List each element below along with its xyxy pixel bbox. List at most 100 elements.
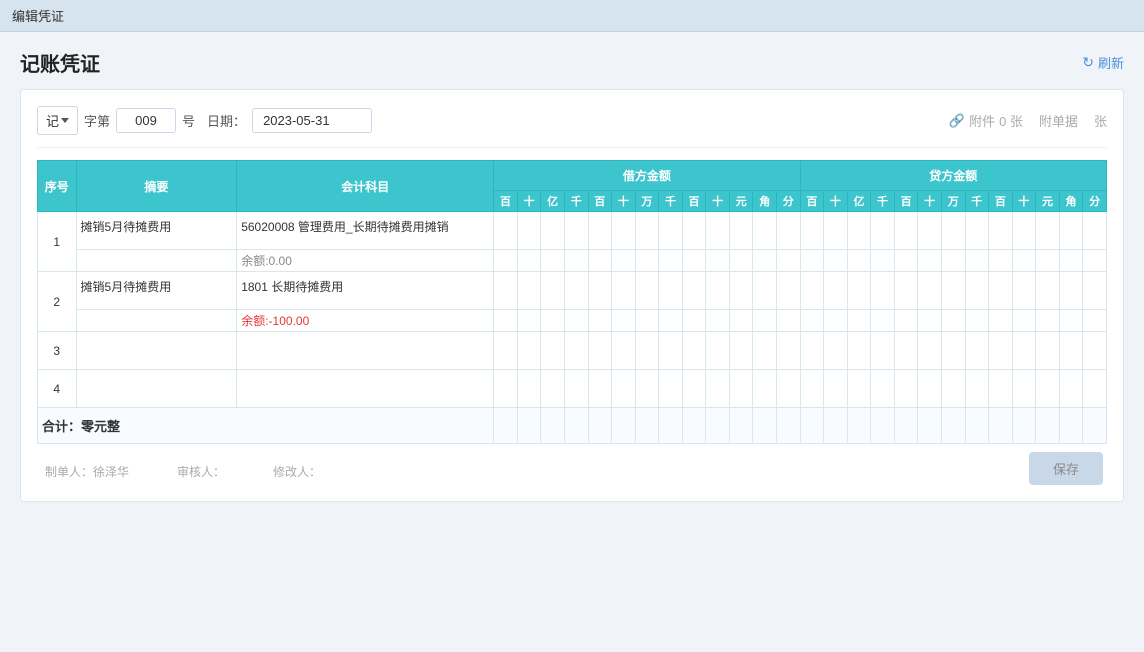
save-button[interactable]: 保存	[1029, 452, 1103, 485]
row-3-debit-4[interactable]	[564, 332, 588, 370]
row-4-debit-2[interactable]	[517, 370, 541, 408]
row-3-credit-10[interactable]	[1012, 332, 1036, 370]
row-2-debit-5[interactable]	[588, 272, 612, 310]
row-2-credit-13[interactable]	[1083, 272, 1107, 310]
row-1-credit-9[interactable]	[989, 212, 1013, 250]
type-dropdown[interactable]: 记	[37, 106, 78, 135]
row-3-credit-2[interactable]	[824, 332, 848, 370]
row-3-credit-8[interactable]	[965, 332, 989, 370]
row-2-credit-3[interactable]	[847, 272, 871, 310]
attach-link[interactable]: 🔗 附件 0 张	[949, 111, 1023, 130]
row-3-credit-5[interactable]	[894, 332, 918, 370]
row-3-debit-8[interactable]	[659, 332, 683, 370]
row-3-credit-9[interactable]	[989, 332, 1013, 370]
row-2-credit-7[interactable]	[941, 272, 965, 310]
row-2-debit-3[interactable]	[541, 272, 565, 310]
row-2-debit-2[interactable]	[517, 272, 541, 310]
row-2-credit-8[interactable]	[965, 272, 989, 310]
row-1-debit-6[interactable]	[612, 212, 636, 250]
row-2-credit-12[interactable]	[1059, 272, 1083, 310]
row-4-credit-1[interactable]	[800, 370, 824, 408]
row-3-credit-3[interactable]	[847, 332, 871, 370]
row-1-debit-3[interactable]	[541, 212, 565, 250]
row-4-credit-9[interactable]	[989, 370, 1013, 408]
row-2-credit-1[interactable]	[800, 272, 824, 310]
row-4-debit-13[interactable]	[777, 370, 801, 408]
row-2-account[interactable]: 1801 长期待摊费用	[237, 272, 494, 310]
row-2-debit-9[interactable]	[682, 272, 706, 310]
row-3-debit-7[interactable]	[635, 332, 659, 370]
row-2-debit-6[interactable]	[612, 272, 636, 310]
row-4-credit-4[interactable]	[871, 370, 895, 408]
row-2-credit-2[interactable]	[824, 272, 848, 310]
row-3-credit-6[interactable]	[918, 332, 942, 370]
row-4-debit-10[interactable]	[706, 370, 730, 408]
row-1-debit-9[interactable]	[682, 212, 706, 250]
row-2-credit-10[interactable]	[1012, 272, 1036, 310]
row-3-debit-11[interactable]	[729, 332, 753, 370]
row-1-credit-11[interactable]	[1036, 212, 1060, 250]
refresh-button[interactable]: ↻ 刷新	[1082, 53, 1124, 72]
row-4-debit-1[interactable]	[494, 370, 518, 408]
row-2-summary[interactable]: 摊销5月待摊费用	[76, 272, 237, 310]
row-4-debit-4[interactable]	[564, 370, 588, 408]
row-2-credit-6[interactable]	[918, 272, 942, 310]
row-4-credit-12[interactable]	[1059, 370, 1083, 408]
row-1-debit-8[interactable]	[659, 212, 683, 250]
row-3-credit-1[interactable]	[800, 332, 824, 370]
row-1-credit-5[interactable]	[894, 212, 918, 250]
row-4-credit-6[interactable]	[918, 370, 942, 408]
row-2-credit-11[interactable]	[1036, 272, 1060, 310]
row-4-summary[interactable]	[76, 370, 237, 408]
row-3-debit-10[interactable]	[706, 332, 730, 370]
row-4-credit-13[interactable]	[1083, 370, 1107, 408]
row-1-debit-4[interactable]	[564, 212, 588, 250]
row-1-debit-13[interactable]	[777, 212, 801, 250]
row-4-debit-5[interactable]	[588, 370, 612, 408]
row-1-credit-2[interactable]	[824, 212, 848, 250]
row-1-debit-10[interactable]	[706, 212, 730, 250]
row-1-credit-13[interactable]	[1083, 212, 1107, 250]
row-1-credit-4[interactable]	[871, 212, 895, 250]
row-3-credit-11[interactable]	[1036, 332, 1060, 370]
number-input[interactable]	[116, 108, 176, 133]
row-1-credit-8[interactable]	[965, 212, 989, 250]
row-4-credit-8[interactable]	[965, 370, 989, 408]
row-3-account[interactable]	[237, 332, 494, 370]
row-1-debit-7[interactable]	[635, 212, 659, 250]
row-1-credit-7[interactable]	[941, 212, 965, 250]
row-4-credit-3[interactable]	[847, 370, 871, 408]
row-4-debit-9[interactable]	[682, 370, 706, 408]
row-4-debit-11[interactable]	[729, 370, 753, 408]
row-1-debit-5[interactable]	[588, 212, 612, 250]
row-4-credit-10[interactable]	[1012, 370, 1036, 408]
row-3-debit-3[interactable]	[541, 332, 565, 370]
row-3-debit-12[interactable]	[753, 332, 777, 370]
row-1-credit-1[interactable]	[800, 212, 824, 250]
row-2-debit-7[interactable]	[635, 272, 659, 310]
row-3-debit-2[interactable]	[517, 332, 541, 370]
row-3-debit-9[interactable]	[682, 332, 706, 370]
row-2-credit-4[interactable]	[871, 272, 895, 310]
row-4-credit-5[interactable]	[894, 370, 918, 408]
row-4-debit-6[interactable]	[612, 370, 636, 408]
row-3-debit-5[interactable]	[588, 332, 612, 370]
row-2-debit-4[interactable]	[564, 272, 588, 310]
row-4-debit-3[interactable]	[541, 370, 565, 408]
row-1-credit-12[interactable]	[1059, 212, 1083, 250]
row-1-debit-2[interactable]	[517, 212, 541, 250]
row-1-debit-11[interactable]	[729, 212, 753, 250]
row-4-credit-2[interactable]	[824, 370, 848, 408]
row-1-credit-10[interactable]	[1012, 212, 1036, 250]
row-3-debit-6[interactable]	[612, 332, 636, 370]
row-2-credit-9[interactable]	[989, 272, 1013, 310]
row-2-debit-13[interactable]	[777, 272, 801, 310]
row-1-account[interactable]: 56020008 管理费用_长期待摊费用摊销	[237, 212, 494, 250]
row-2-debit-12[interactable]	[753, 272, 777, 310]
row-1-debit-12[interactable]	[753, 212, 777, 250]
row-1-debit-1[interactable]	[494, 212, 518, 250]
voucher-link[interactable]: 附单据	[1039, 111, 1078, 130]
row-3-credit-12[interactable]	[1059, 332, 1083, 370]
row-3-credit-7[interactable]	[941, 332, 965, 370]
row-2-debit-1[interactable]	[494, 272, 518, 310]
